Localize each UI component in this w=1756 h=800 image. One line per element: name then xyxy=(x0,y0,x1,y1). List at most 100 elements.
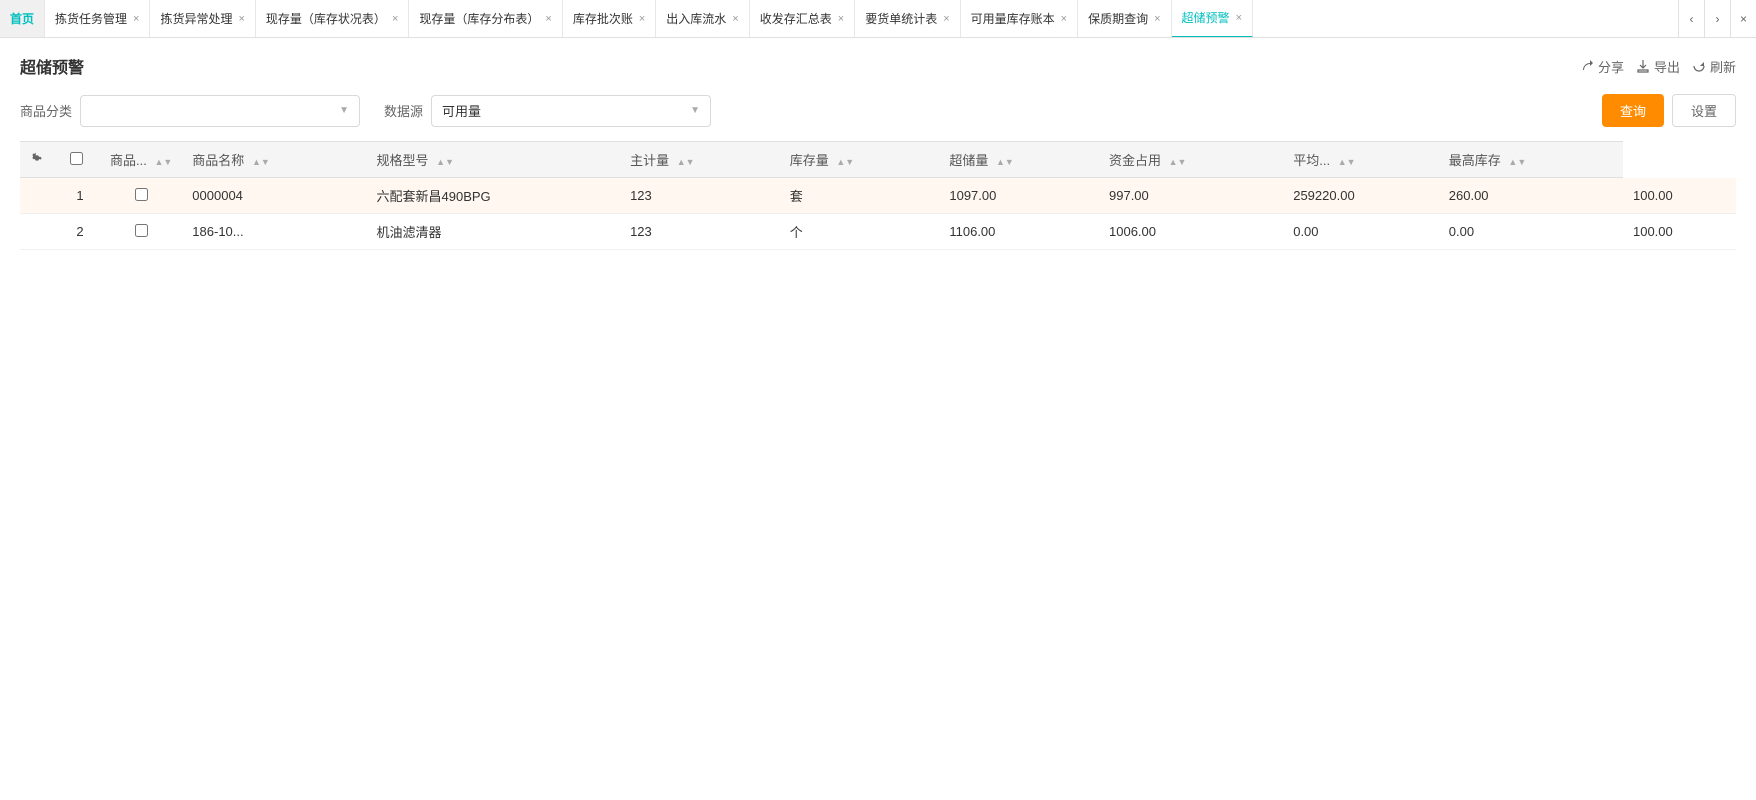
close-icon[interactable]: × xyxy=(392,13,398,25)
settings-col-header xyxy=(20,142,60,178)
close-icon[interactable]: × xyxy=(732,13,738,25)
row-capital: 0.00 xyxy=(1283,214,1439,250)
share-icon xyxy=(1580,59,1594,73)
tab-label: 收发存汇总表 xyxy=(760,10,832,27)
header-actions: 分享 导出 刷新 xyxy=(1580,57,1736,76)
tab-label: 现存量（库存状况表） xyxy=(266,10,386,27)
row-product-code: 186-10... xyxy=(182,214,366,250)
close-icon[interactable]: × xyxy=(238,13,244,25)
row-capital: 259220.00 xyxy=(1283,178,1439,214)
table-row: 1 0000004 六配套新昌490BPG 123 套 1097.00 997.… xyxy=(20,178,1736,214)
tab-label: 可用量库存账本 xyxy=(971,10,1055,27)
page-title: 超储预警 xyxy=(20,54,84,78)
row-spec: 123 xyxy=(620,214,780,250)
nav-tab-stock-batch[interactable]: 库存批次账 × xyxy=(563,0,656,38)
row-over-qty: 1006.00 xyxy=(1099,214,1283,250)
category-label: 商品分类 xyxy=(20,101,72,120)
row-avg: 260.00 xyxy=(1439,178,1623,214)
topbar: 首页 拣货任务管理 × 拣货异常处理 × 现存量（库存状况表） × 现存量（库存… xyxy=(0,0,1756,38)
sort-icon: ▲▼ xyxy=(996,158,1014,167)
capital-col-header: 资金占用 ▲▼ xyxy=(1099,142,1283,178)
tab-label: 现存量（库存分布表） xyxy=(419,10,539,27)
close-icon[interactable]: × xyxy=(1236,12,1242,24)
nav-more-button[interactable]: × xyxy=(1730,0,1756,38)
share-button[interactable]: 分享 xyxy=(1580,57,1624,76)
settings-button[interactable]: 设置 xyxy=(1672,94,1736,127)
close-icon[interactable]: × xyxy=(133,13,139,25)
tab-label: 拣货任务管理 xyxy=(55,10,127,27)
nav-tab-home[interactable]: 首页 xyxy=(0,0,45,38)
sort-icon: ▲▼ xyxy=(677,158,695,167)
close-icon[interactable]: × xyxy=(545,13,551,25)
nav-tab-task-mgmt[interactable]: 拣货任务管理 × xyxy=(45,0,150,38)
refresh-icon xyxy=(1692,59,1706,73)
close-icon[interactable]: × xyxy=(1061,13,1067,25)
row-spec: 123 xyxy=(620,178,780,214)
row-checkbox-cell[interactable] xyxy=(100,214,182,250)
filter-row: 商品分类 ▼ 数据源 可用量 ▼ 查询 设置 xyxy=(20,94,1736,127)
nav-tab-order-stats[interactable]: 要货单统计表 × xyxy=(855,0,960,38)
row-index: 2 xyxy=(60,214,100,250)
row-product-name: 机油滤清器 xyxy=(367,214,621,250)
nav-tab-overstock-warn[interactable]: 超储预警 × xyxy=(1172,0,1253,38)
row-checkbox-cell[interactable] xyxy=(100,178,182,214)
datasource-select-value: 可用量 xyxy=(442,101,481,120)
tab-label: 出入库流水 xyxy=(666,10,726,27)
sort-icon: ▲▼ xyxy=(154,158,172,167)
row-max-stock: 100.00 xyxy=(1623,178,1736,214)
nav-tab-quality-check[interactable]: 保质期查询 × xyxy=(1078,0,1171,38)
refresh-button[interactable]: 刷新 xyxy=(1692,57,1736,76)
nav-tab-stock-dist[interactable]: 现存量（库存分布表） × xyxy=(409,0,562,38)
close-icon[interactable]: × xyxy=(943,13,949,25)
row-index: 1 xyxy=(60,178,100,214)
row-stock-qty: 1106.00 xyxy=(939,214,1099,250)
table-row: 2 186-10... 机油滤清器 123 个 1106.00 1006.00 … xyxy=(20,214,1736,250)
nav-tab-inout-flow[interactable]: 出入库流水 × xyxy=(656,0,749,38)
sort-icon: ▲▼ xyxy=(436,158,454,167)
select-all-checkbox[interactable] xyxy=(70,152,83,165)
sort-icon: ▲▼ xyxy=(252,158,270,167)
category-filter: 商品分类 ▼ xyxy=(20,95,360,127)
row-product-name: 六配套新昌490BPG xyxy=(367,178,621,214)
page-header: 超储预警 分享 导出 刷新 xyxy=(20,54,1736,78)
tab-label: 库存批次账 xyxy=(573,10,633,27)
category-select[interactable]: ▼ xyxy=(80,95,360,127)
row-over-qty: 997.00 xyxy=(1099,178,1283,214)
stock-qty-col-header: 库存量 ▲▼ xyxy=(780,142,940,178)
export-icon xyxy=(1636,59,1650,73)
row-checkbox[interactable] xyxy=(135,224,148,237)
close-icon[interactable]: × xyxy=(639,13,645,25)
nav-tab-abnormal[interactable]: 拣货异常处理 × xyxy=(150,0,255,38)
datasource-select[interactable]: 可用量 ▼ xyxy=(431,95,711,127)
nav-tab-avail-stock[interactable]: 可用量库存账本 × xyxy=(961,0,1078,38)
gear-icon xyxy=(30,151,44,165)
row-unit: 个 xyxy=(780,214,940,250)
sort-icon: ▲▼ xyxy=(1508,158,1526,167)
sort-icon: ▲▼ xyxy=(1338,158,1356,167)
row-checkbox[interactable] xyxy=(135,188,148,201)
over-qty-col-header: 超储量 ▲▼ xyxy=(939,142,1099,178)
query-button[interactable]: 查询 xyxy=(1602,94,1664,127)
nav-tab-recv-summary[interactable]: 收发存汇总表 × xyxy=(750,0,855,38)
nav-tab-stock-status[interactable]: 现存量（库存状况表） × xyxy=(256,0,409,38)
checkbox-col-header xyxy=(60,142,100,178)
close-icon[interactable]: × xyxy=(1154,13,1160,25)
nav-prev-button[interactable]: ‹ xyxy=(1678,0,1704,38)
row-gear-cell xyxy=(20,178,60,214)
nav-next-button[interactable]: › xyxy=(1704,0,1730,38)
home-label: 首页 xyxy=(10,10,34,27)
row-avg: 0.00 xyxy=(1439,214,1623,250)
table-header-row: 商品... ▲▼ 商品名称 ▲▼ 规格型号 ▲▼ 主计量 ▲▼ 库存量 ▲▼ xyxy=(20,142,1736,178)
datasource-label: 数据源 xyxy=(384,101,423,120)
unit-col-header: 主计量 ▲▼ xyxy=(620,142,780,178)
data-table: 商品... ▲▼ 商品名称 ▲▼ 规格型号 ▲▼ 主计量 ▲▼ 库存量 ▲▼ xyxy=(20,141,1736,250)
export-button[interactable]: 导出 xyxy=(1636,57,1680,76)
close-icon[interactable]: × xyxy=(838,13,844,25)
spec-col-header: 规格型号 ▲▼ xyxy=(367,142,621,178)
page-content: 超储预警 分享 导出 刷新 xyxy=(0,38,1756,800)
tab-label: 要货单统计表 xyxy=(865,10,937,27)
filter-actions: 查询 设置 xyxy=(1602,94,1736,127)
product-code-col-header: 商品... ▲▼ xyxy=(100,142,182,178)
tab-label: 保质期查询 xyxy=(1088,10,1148,27)
chevron-down-icon: ▼ xyxy=(690,105,700,116)
